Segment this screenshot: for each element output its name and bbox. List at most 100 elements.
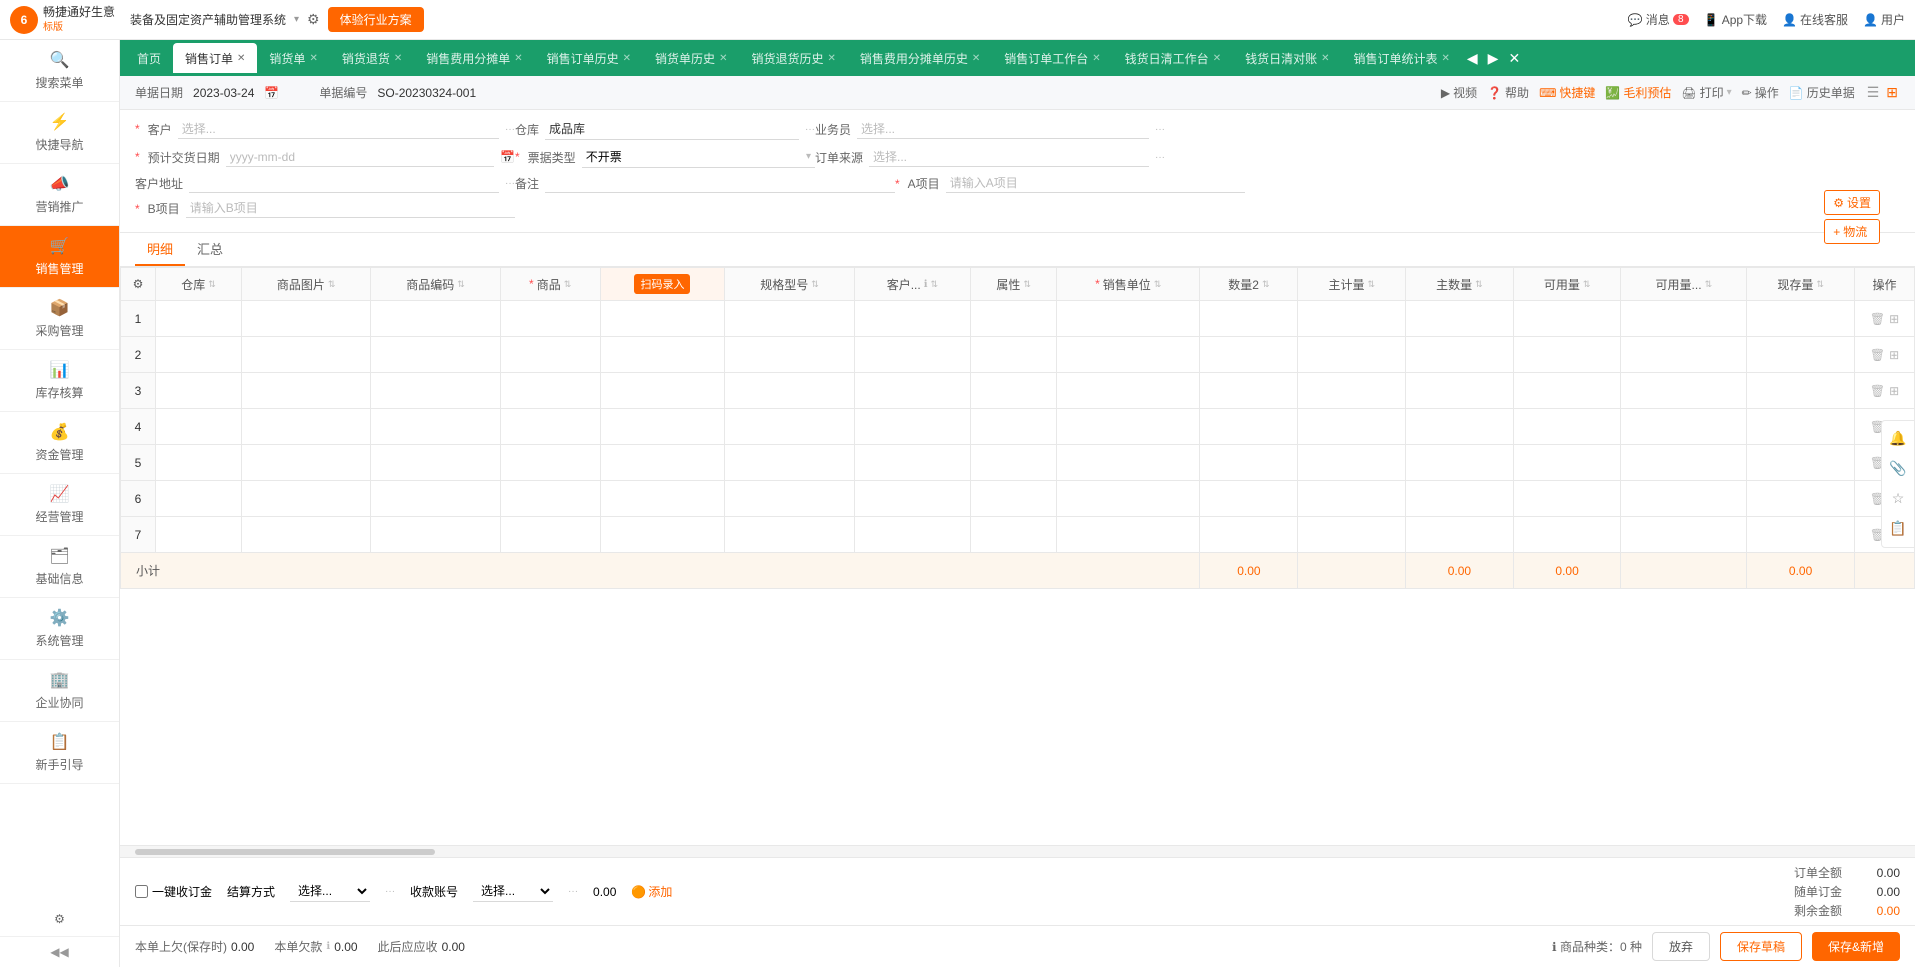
- add-btn[interactable]: 🟠 添加: [631, 883, 672, 900]
- cell-scan[interactable]: [600, 301, 725, 337]
- cell-product[interactable]: [500, 481, 600, 517]
- cell-available[interactable]: [1513, 409, 1621, 445]
- cell-scan[interactable]: [600, 373, 725, 409]
- cell-attribute[interactable]: [971, 445, 1057, 481]
- cell-qty2[interactable]: [1200, 337, 1298, 373]
- copy-icon[interactable]: ⊞: [1889, 384, 1899, 398]
- th-product[interactable]: * 商品 ⇅: [500, 268, 600, 301]
- h-scroll-bar[interactable]: [120, 845, 1915, 857]
- cell-sales-unit[interactable]: [1057, 481, 1200, 517]
- shortcut-btn[interactable]: ⌨ 快捷键: [1539, 84, 1595, 101]
- th-available2[interactable]: 可用量...⇅: [1621, 268, 1747, 301]
- payment-method-select[interactable]: 选择...: [290, 881, 370, 902]
- cell-spec[interactable]: [725, 481, 854, 517]
- cell-attribute[interactable]: [971, 409, 1057, 445]
- sidebar-item-operations[interactable]: 📈 经营管理: [0, 474, 119, 536]
- th-warehouse[interactable]: 仓库⇅: [156, 268, 242, 301]
- cell-qty2[interactable]: [1200, 373, 1298, 409]
- cell-spec[interactable]: [725, 337, 854, 373]
- cell-spec[interactable]: [725, 445, 854, 481]
- cell-available2[interactable]: [1621, 517, 1747, 553]
- tab-sales-return[interactable]: 销货退货 ✕: [330, 43, 414, 73]
- tab-close-icon[interactable]: ✕: [719, 53, 727, 64]
- cell-product-code[interactable]: [371, 409, 500, 445]
- sidebar-item-purchase[interactable]: 📦 采购管理: [0, 288, 119, 350]
- cell-available[interactable]: [1513, 301, 1621, 337]
- cell-product-code[interactable]: [371, 445, 500, 481]
- cell-qty2[interactable]: [1200, 301, 1298, 337]
- cell-product[interactable]: [500, 517, 600, 553]
- tab-close-icon[interactable]: ✕: [394, 53, 402, 64]
- cell-spec[interactable]: [725, 301, 854, 337]
- tab-sales-return-history[interactable]: 销货退货历史 ✕: [739, 43, 847, 73]
- cell-available2[interactable]: [1621, 409, 1747, 445]
- staff-input[interactable]: [857, 120, 1149, 139]
- save-draft-btn[interactable]: 保存草稿: [1720, 932, 1802, 961]
- cell-available[interactable]: [1513, 337, 1621, 373]
- list-view-btn[interactable]: ☰: [1865, 82, 1882, 103]
- cell-main-unit[interactable]: [1298, 301, 1406, 337]
- order-source-dots-btn[interactable]: ···: [1155, 152, 1165, 163]
- a-project-input[interactable]: [946, 174, 1245, 193]
- sidebar-item-basic[interactable]: 🗂 基础信息: [0, 536, 119, 598]
- view-btn[interactable]: ▶ 视频: [1441, 84, 1477, 101]
- tab-close-icon[interactable]: ✕: [623, 53, 631, 64]
- cell-available2[interactable]: [1621, 445, 1747, 481]
- copy-icon[interactable]: ⊞: [1889, 348, 1899, 362]
- sidebar-item-enterprise[interactable]: 🏢 企业协同: [0, 660, 119, 722]
- cell-warehouse[interactable]: [156, 517, 242, 553]
- settings-btn[interactable]: ⚙ 设置: [1824, 190, 1880, 215]
- sidebar-collapse-btn[interactable]: ◀◀: [0, 936, 119, 967]
- tab-close-icon[interactable]: ✕: [237, 53, 245, 64]
- sidebar-settings-btn[interactable]: ⚙: [0, 902, 119, 936]
- tab-home[interactable]: 首页: [125, 43, 173, 73]
- save-new-btn[interactable]: 保存&新增: [1812, 932, 1900, 961]
- rs-star-icon[interactable]: ☆: [1884, 485, 1912, 513]
- staff-dots-btn[interactable]: ···: [1155, 124, 1165, 135]
- tab-close-icon[interactable]: ✕: [972, 53, 980, 64]
- cell-current-stock[interactable]: [1747, 445, 1855, 481]
- cell-main-unit[interactable]: [1298, 373, 1406, 409]
- cell-customer-ref[interactable]: [854, 409, 970, 445]
- tab-close-icon[interactable]: ✕: [1092, 53, 1100, 64]
- operation-btn[interactable]: ✏ 操作: [1742, 84, 1779, 101]
- cell-scan[interactable]: [600, 445, 725, 481]
- cell-sales-unit[interactable]: [1057, 373, 1200, 409]
- info-icon[interactable]: ℹ: [924, 279, 928, 290]
- cell-qty2[interactable]: [1200, 409, 1298, 445]
- address-input[interactable]: [189, 174, 499, 193]
- cell-customer-ref[interactable]: [854, 301, 970, 337]
- tab-sales-expense-split[interactable]: 销售费用分摊单 ✕: [414, 43, 534, 73]
- sidebar-item-search[interactable]: 🔍 搜索菜单: [0, 40, 119, 102]
- table-scroll-wrapper[interactable]: ⚙ 仓库⇅ 商品图片⇅ 商品编码⇅: [120, 267, 1915, 845]
- cell-available2[interactable]: [1621, 337, 1747, 373]
- sidebar-item-guide[interactable]: 📋 新手引导: [0, 722, 119, 784]
- one-click-checkbox-input[interactable]: [135, 885, 148, 898]
- tab-prev-btn[interactable]: ◀: [1462, 50, 1483, 67]
- cell-product-image[interactable]: [241, 481, 370, 517]
- cell-scan[interactable]: [600, 481, 725, 517]
- cell-product-code[interactable]: [371, 481, 500, 517]
- th-main-unit[interactable]: 主计量⇅: [1298, 268, 1406, 301]
- th-product-image[interactable]: 商品图片⇅: [241, 268, 370, 301]
- tab-cash-daily-reconcile[interactable]: 钱货日清对账 ✕: [1233, 43, 1341, 73]
- messages-btn[interactable]: 💬 消息 8: [1628, 11, 1689, 28]
- help-btn[interactable]: ❓ 帮助: [1487, 84, 1529, 101]
- cell-attribute[interactable]: [971, 373, 1057, 409]
- tab-cash-daily-workbench[interactable]: 钱货日清工作台 ✕: [1113, 43, 1233, 73]
- cell-current-stock[interactable]: [1747, 409, 1855, 445]
- cell-main-qty[interactable]: [1406, 337, 1514, 373]
- cell-available[interactable]: [1513, 517, 1621, 553]
- tab-sales-order[interactable]: 销售订单 ✕: [173, 43, 257, 73]
- cell-product-image[interactable]: [241, 301, 370, 337]
- th-spec[interactable]: 规格型号⇅: [725, 268, 854, 301]
- tab-sales-credit[interactable]: 销货单 ✕: [257, 43, 329, 73]
- th-settings[interactable]: ⚙: [121, 268, 156, 301]
- cell-product-code[interactable]: [371, 517, 500, 553]
- customer-input[interactable]: [178, 120, 499, 139]
- discard-btn[interactable]: 放弃: [1652, 932, 1710, 961]
- cell-sales-unit[interactable]: [1057, 337, 1200, 373]
- sidebar-item-marketing[interactable]: 📣 营销推广: [0, 164, 119, 226]
- cell-current-stock[interactable]: [1747, 301, 1855, 337]
- cell-attribute[interactable]: [971, 301, 1057, 337]
